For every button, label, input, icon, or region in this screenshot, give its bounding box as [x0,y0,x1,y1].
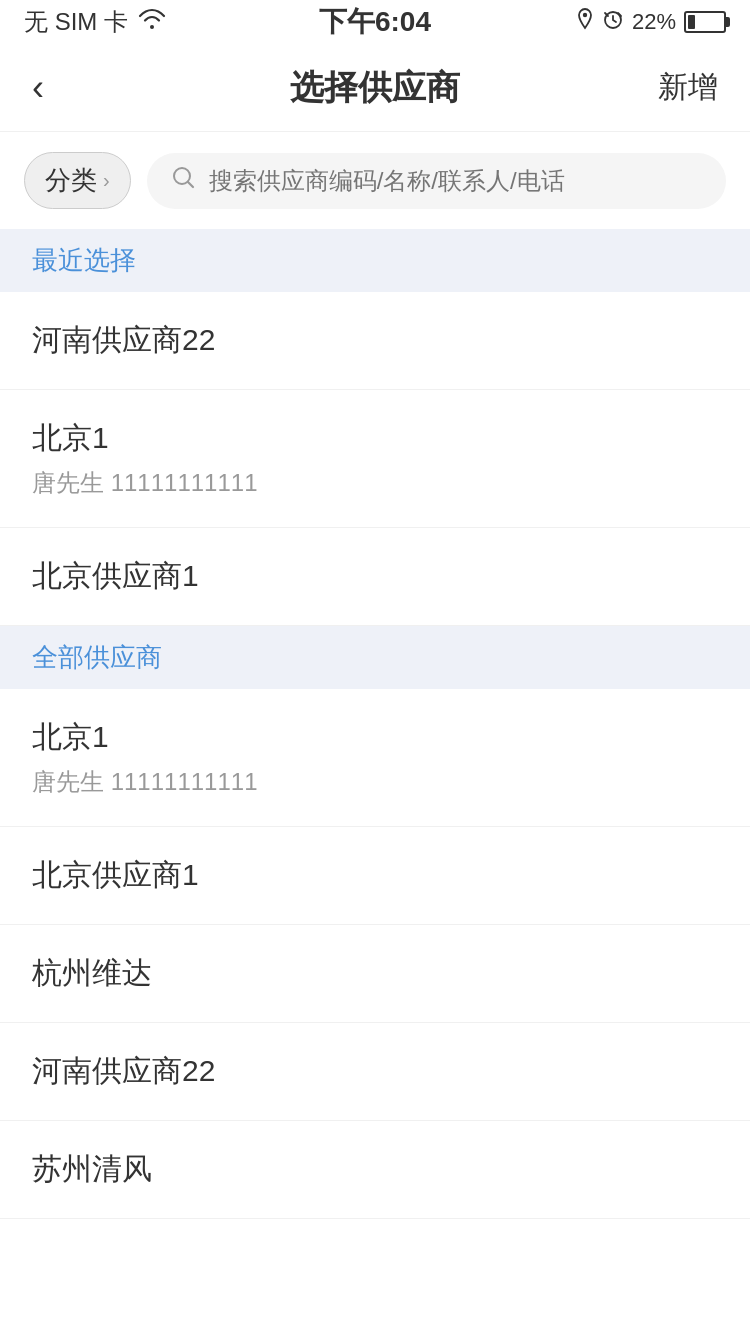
wifi-icon [138,8,166,36]
carrier-text: 无 SIM 卡 [24,6,128,38]
battery-percent: 22% [632,9,676,35]
item-name: 北京1 [32,717,718,758]
item-name: 苏州清风 [32,1149,718,1190]
item-name: 杭州维达 [32,953,718,994]
status-time: 下午6:04 [319,3,431,41]
category-button[interactable]: 分类 › [24,152,131,209]
item-name: 北京供应商1 [32,855,718,896]
sections-container: 最近选择河南供应商22 北京1 唐先生 11111111111 北京供应商1 全部供应商… [0,229,750,1219]
add-button[interactable]: 新增 [658,67,718,108]
section-header-all: 全部供应商 [0,626,750,689]
list-item[interactable]: 北京1 唐先生 11111111111 [0,390,750,528]
search-input[interactable] [209,167,702,195]
status-right: 22% [576,8,726,36]
status-left: 无 SIM 卡 [24,6,166,38]
alarm-icon [602,8,624,36]
list-item[interactable]: 河南供应商22 [0,292,750,390]
list-item[interactable]: 北京供应商1 [0,827,750,925]
nav-bar: ‹ 选择供应商 新增 [0,44,750,132]
list-item[interactable]: 苏州清风 [0,1121,750,1219]
search-box [147,153,726,209]
list-item[interactable]: 北京1 唐先生 11111111111 [0,689,750,827]
list-item[interactable]: 河南供应商22 [0,1023,750,1121]
item-sub: 唐先生 11111111111 [32,766,718,798]
back-button[interactable]: ‹ [32,67,92,109]
item-name: 北京供应商1 [32,556,718,597]
item-sub: 唐先生 11111111111 [32,467,718,499]
location-icon [576,8,594,36]
list-item[interactable]: 北京供应商1 [0,528,750,626]
item-name: 北京1 [32,418,718,459]
category-label: 分类 [45,163,97,198]
section-header-recent: 最近选择 [0,229,750,292]
list-item[interactable]: 杭州维达 [0,925,750,1023]
page-title: 选择供应商 [290,65,460,111]
item-name: 河南供应商22 [32,320,718,361]
battery-icon [684,11,726,33]
chevron-right-icon: › [103,169,110,192]
search-icon [171,165,197,197]
svg-point-0 [583,13,587,17]
filter-bar: 分类 › [0,132,750,229]
status-bar: 无 SIM 卡 下午6:04 22% [0,0,750,44]
item-name: 河南供应商22 [32,1051,718,1092]
